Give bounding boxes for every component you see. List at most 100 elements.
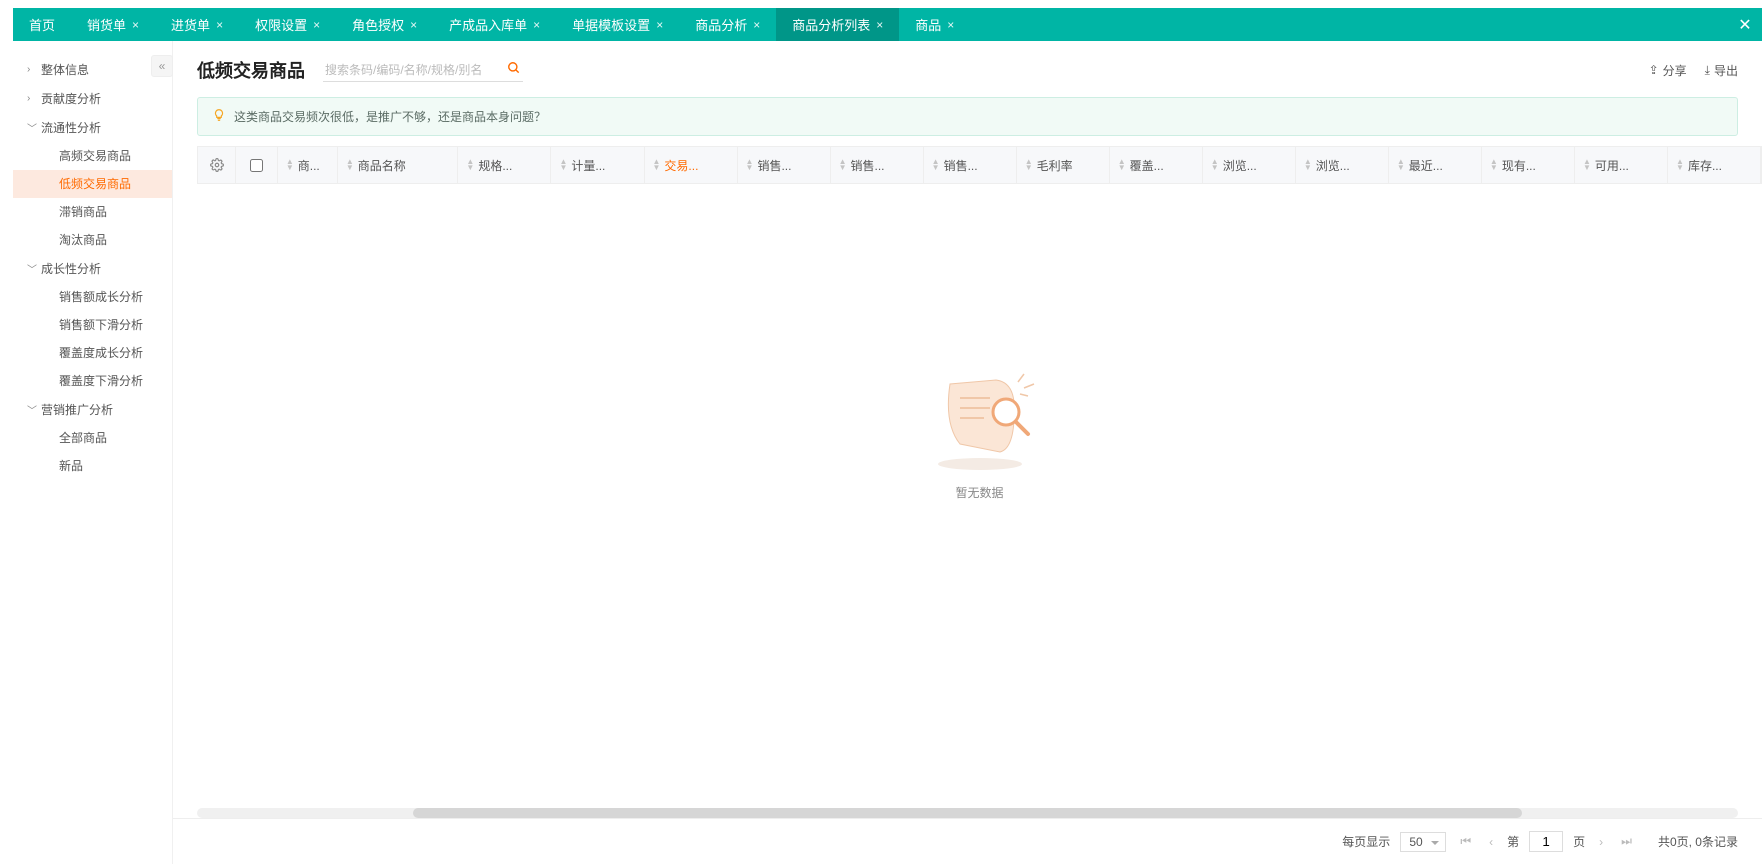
column-label: 规格... <box>478 157 512 174</box>
search-icon[interactable] <box>507 61 521 78</box>
column-header-code[interactable]: ▲▼商... <box>278 147 338 183</box>
chevron-right-icon: › <box>27 64 37 75</box>
share-button[interactable]: ⇪ 分享 <box>1649 62 1687 79</box>
column-header-sale1[interactable]: ▲▼销售... <box>738 147 831 183</box>
close-icon[interactable]: × <box>656 18 663 32</box>
page-size-select[interactable]: 50 <box>1400 832 1446 852</box>
select-all-checkbox[interactable] <box>236 147 278 183</box>
column-header-curr[interactable]: ▲▼ 现有... <box>1482 147 1575 183</box>
close-icon[interactable]: × <box>753 18 760 32</box>
sidebar-item-3-2[interactable]: 覆盖度成长分析 <box>13 339 172 367</box>
next-page-button[interactable]: › <box>1595 835 1607 849</box>
column-header-cover[interactable]: ▲▼覆盖... <box>1110 147 1203 183</box>
export-label: 导出 <box>1714 62 1738 79</box>
tip-text: 这类商品交易频次很低，是推广不够，还是商品本身问题？ <box>234 108 546 125</box>
tab-8[interactable]: 商品分析列表 × <box>776 8 899 41</box>
per-page-label: 每页显示 <box>1342 833 1390 850</box>
sidebar-group-2[interactable]: ﹀流通性分析 <box>13 113 172 142</box>
column-header-avail[interactable]: ▲▼可用... <box>1575 147 1668 183</box>
tab-label: 商品分析 <box>695 15 747 34</box>
table: ▲▼商...▲▼商品名称▲▼规格...▲▼计量...▲▼交易...▲▼销售...… <box>197 146 1762 808</box>
column-label: 最近... <box>1409 157 1443 174</box>
column-label: 商品名称 <box>358 157 406 174</box>
column-label: 现有... <box>1502 157 1536 174</box>
sidebar-group-4[interactable]: ﹀营销推广分析 <box>13 395 172 424</box>
column-label: 交易... <box>664 157 698 174</box>
close-icon[interactable]: × <box>947 18 954 32</box>
column-label: 商... <box>298 157 320 174</box>
sidebar-item-4-0[interactable]: 全部商品 <box>13 424 172 452</box>
empty-text: 暂无数据 <box>955 484 1003 501</box>
sidebar-group-label: 营销推广分析 <box>41 401 113 418</box>
tab-3[interactable]: 权限设置× <box>239 8 336 41</box>
tab-1[interactable]: 销货单 × <box>71 8 155 41</box>
page-number-input[interactable] <box>1529 831 1563 852</box>
tab-0[interactable]: 首页 <box>13 8 71 41</box>
sort-icon: ▲▼ <box>1397 159 1405 171</box>
sidebar-collapse-button[interactable]: « <box>151 55 173 77</box>
sidebar-item-3-3[interactable]: 覆盖度下滑分析 <box>13 367 172 395</box>
sidebar-item-2-2[interactable]: 滞销商品 <box>13 198 172 226</box>
first-page-button[interactable]: ⏮ <box>1456 834 1475 849</box>
column-label: 浏览... <box>1223 157 1257 174</box>
sort-icon: ▲▼ <box>1490 159 1498 171</box>
column-label: 库存... <box>1688 157 1722 174</box>
column-label: 销售... <box>757 157 791 174</box>
column-header-spec[interactable]: ▲▼规格... <box>458 147 551 183</box>
tip-banner: 这类商品交易频次很低，是推广不够，还是商品本身问题？ <box>197 97 1738 136</box>
close-icon[interactable]: × <box>876 18 883 32</box>
table-settings-button[interactable] <box>198 147 236 183</box>
tab-9[interactable]: 商品× <box>899 8 970 41</box>
sidebar-group-3[interactable]: ﹀成长性分析 <box>13 254 172 283</box>
sidebar-item-2-3[interactable]: 淘汰商品 <box>13 226 172 254</box>
sidebar-group-1[interactable]: › 贡献度分析 <box>13 84 172 113</box>
export-button[interactable]: ⤓ 导出 <box>1705 62 1738 79</box>
sidebar-item-2-0[interactable]: 高频交易商品 <box>13 142 172 170</box>
page-title: 低频交易商品 <box>197 57 305 83</box>
column-header-trade[interactable]: ▲▼交易... <box>645 147 738 183</box>
sort-icon: ▲▼ <box>932 159 940 171</box>
page-suffix: 页 <box>1573 833 1585 850</box>
tab-5[interactable]: 产成品入库单× <box>433 8 556 41</box>
sidebar-item-3-1[interactable]: 销售额下滑分析 <box>13 311 172 339</box>
tab-2[interactable]: 进货单× <box>155 8 239 41</box>
tab-7[interactable]: 商品分析 × <box>679 8 776 41</box>
sort-icon: ▲▼ <box>1118 159 1126 171</box>
tab-4[interactable]: 角色授权× <box>336 8 433 41</box>
sidebar-item-3-0[interactable]: 销售额成长分析 <box>13 283 172 311</box>
search-input[interactable] <box>323 59 523 82</box>
horizontal-scrollbar[interactable] <box>197 808 1738 818</box>
sidebar-group-label: 贡献度分析 <box>41 90 101 107</box>
column-header-name[interactable]: ▲▼商品名称 <box>338 147 459 183</box>
column-label: 计量... <box>571 157 605 174</box>
close-icon[interactable]: × <box>533 18 540 32</box>
sidebar-item-4-1[interactable]: 新品 <box>13 452 172 480</box>
sidebar-item-2-1[interactable]: 低频交易商品 <box>13 170 172 198</box>
tab-label: 销货单 <box>87 15 126 34</box>
lightbulb-icon <box>212 108 226 125</box>
close-icon[interactable]: × <box>216 18 223 32</box>
column-header-unit[interactable]: ▲▼ 计量... <box>551 147 644 183</box>
column-header-view1[interactable]: ▲▼浏览... <box>1203 147 1296 183</box>
column-header-stock[interactable]: ▲▼库存... <box>1668 147 1761 183</box>
column-label: 可用... <box>1595 157 1629 174</box>
close-icon[interactable]: × <box>410 18 417 32</box>
sidebar-group-0[interactable]: ›整体信息 <box>13 55 172 84</box>
tab-label: 商品分析列表 <box>792 15 870 34</box>
column-label: 浏览... <box>1316 157 1350 174</box>
chevron-right-icon: › <box>27 93 37 104</box>
prev-page-button[interactable]: ‹ <box>1485 835 1497 849</box>
column-header-profit[interactable]: ▲▼毛利率 <box>1017 147 1110 183</box>
close-all-tabs-button[interactable]: ✕ <box>1728 8 1762 41</box>
column-header-recent[interactable]: ▲▼ 最近... <box>1389 147 1482 183</box>
close-icon[interactable]: × <box>313 18 320 32</box>
sort-icon: ▲▼ <box>839 159 847 171</box>
sort-icon: ▲▼ <box>559 159 567 171</box>
last-page-button[interactable]: ⏭ <box>1617 834 1636 849</box>
close-icon[interactable]: × <box>132 18 139 32</box>
pagination-summary: 共0页, 0条记录 <box>1658 833 1738 850</box>
column-header-sale3[interactable]: ▲▼销售... <box>924 147 1017 183</box>
column-header-sale2[interactable]: ▲▼销售... <box>831 147 924 183</box>
column-header-view2[interactable]: ▲▼浏览... <box>1296 147 1389 183</box>
tab-6[interactable]: 单据模板设置× <box>556 8 679 41</box>
